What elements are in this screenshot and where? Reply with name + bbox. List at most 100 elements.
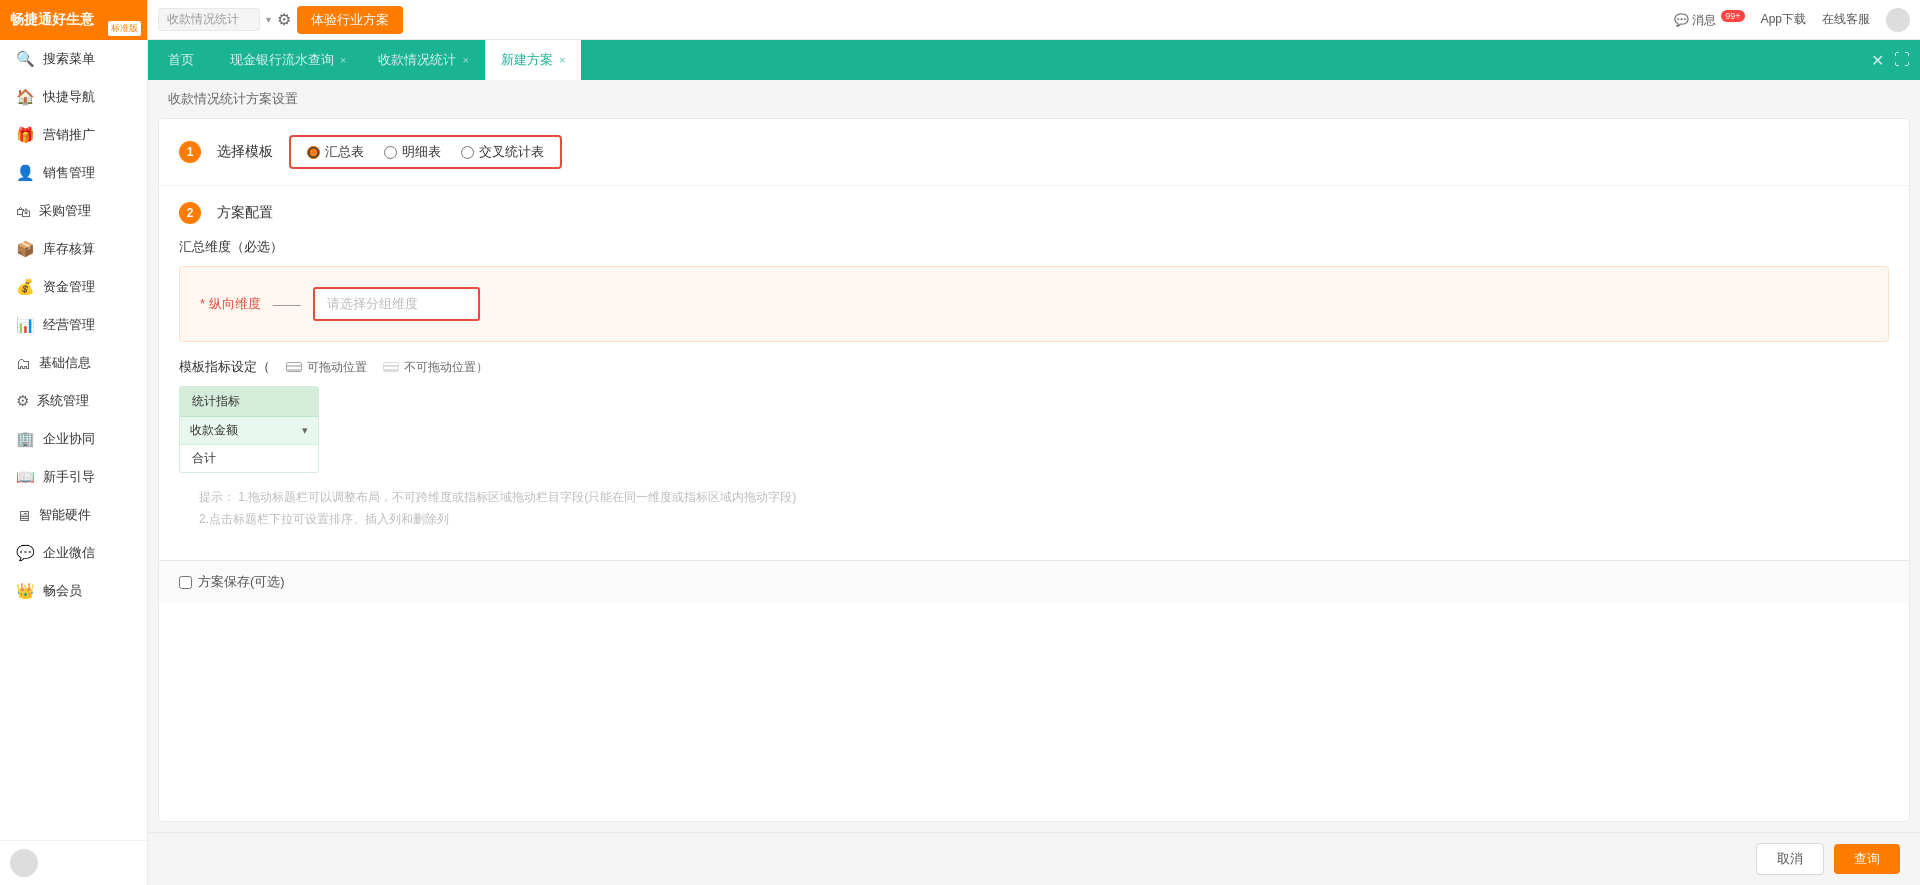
download-label[interactable]: App下载	[1761, 11, 1806, 28]
dimension-area: * 纵向维度 —— 请选择分组维度	[179, 266, 1889, 342]
dimension-title: 汇总维度（必选）	[179, 238, 1889, 256]
metrics-table-header: 统计指标	[180, 387, 318, 417]
sidebar-item-sales[interactable]: 👤销售管理	[0, 154, 147, 192]
sidebar-item-system[interactable]: ⚙系统管理	[0, 382, 147, 420]
step1-badge: 1	[179, 141, 201, 163]
tab-close-receipts[interactable]: ×	[462, 54, 468, 66]
step2-row: 2 方案配置	[179, 202, 1889, 224]
tab-label-new-plan: 新建方案	[501, 51, 553, 69]
not-drag-indicator	[383, 362, 399, 372]
save-option[interactable]: 方案保存(可选)	[179, 573, 285, 591]
tab-home[interactable]: 首页	[148, 40, 214, 80]
cancel-button[interactable]: 取消	[1756, 843, 1824, 875]
metrics-header: 模板指标设定（ 可拖动位置 不可拖动位置）	[179, 358, 1889, 376]
sidebar-item-ops[interactable]: 📊经营管理	[0, 306, 147, 344]
sidebar-item-purchase[interactable]: 🛍 采购管理	[0, 192, 147, 230]
purchase-icon: 🛍	[16, 203, 31, 220]
sidebar-label-marketing: 营销推广	[43, 126, 95, 144]
sidebar-item-wechat[interactable]: 💬企业微信	[0, 534, 147, 572]
draggable-legend: 可拖动位置	[286, 359, 367, 376]
metrics-col-name-0: 收款金额	[190, 422, 238, 439]
sidebar-item-marketing[interactable]: 🎁 营销推广	[0, 116, 147, 154]
metrics-section: 模板指标设定（ 可拖动位置 不可拖动位置） 统计指标 收	[179, 358, 1889, 473]
metrics-col-dropdown-0[interactable]: ▾	[302, 424, 308, 437]
sidebar-logo-badge: 标准版	[108, 21, 141, 36]
tab-close-cashflow[interactable]: ×	[340, 54, 346, 66]
page-content: 收款情况统计方案设置 1 选择模板 汇总表 明细表	[148, 80, 1920, 885]
radio-summary-label: 汇总表	[325, 143, 364, 161]
tab-new-plan[interactable]: 新建方案 ×	[485, 40, 581, 80]
radio-summary-input[interactable]	[307, 146, 320, 159]
sidebar-label-inventory: 库存核算	[43, 240, 95, 258]
radio-cross-input[interactable]	[461, 146, 474, 159]
content-box: 1 选择模板 汇总表 明细表 交叉统计表	[158, 118, 1910, 822]
radio-cross-label: 交叉统计表	[479, 143, 544, 161]
sidebar-item-funds[interactable]: 💰 资金管理	[0, 268, 147, 306]
sidebar-label-ops: 经营管理	[43, 316, 95, 334]
tab-label-receipts: 收款情况统计	[378, 51, 456, 69]
sidebar-label-purchase: 采购管理	[39, 202, 91, 220]
drag-indicator	[286, 362, 302, 372]
close-window-icon[interactable]: ✕	[1871, 51, 1884, 70]
dimension-select[interactable]: 请选择分组维度	[313, 287, 480, 321]
sidebar-item-inventory[interactable]: 📦库存核算	[0, 230, 147, 268]
sidebar-label-guide: 新手引导	[43, 468, 95, 486]
tab-cashflow[interactable]: 现金银行流水查询×	[214, 40, 362, 80]
metrics-col-0[interactable]: 收款金额 ▾	[180, 417, 318, 445]
dimension-row: * 纵向维度 —— 请选择分组维度	[200, 287, 1868, 321]
sidebar-label-search: 搜索菜单	[43, 50, 95, 68]
trial-button[interactable]: 体验行业方案	[297, 6, 403, 34]
sidebar-item-member[interactable]: 👑畅会员	[0, 572, 147, 610]
sidebar-item-corp[interactable]: 🏢企业协同	[0, 420, 147, 458]
sidebar-label-wechat: 企业微信	[43, 544, 95, 562]
user-avatar[interactable]	[1886, 8, 1910, 32]
sidebar-label-funds: 资金管理	[43, 278, 95, 296]
tab-close-new-plan[interactable]: ×	[559, 54, 565, 66]
step1-row: 1 选择模板 汇总表 明细表 交叉统计表	[179, 135, 1889, 169]
draggable-label: 可拖动位置	[307, 359, 367, 376]
message-badge: 99+	[1721, 10, 1744, 22]
radio-detail-input[interactable]	[384, 146, 397, 159]
template-options: 汇总表 明细表 交叉统计表	[289, 135, 562, 169]
step2-badge: 2	[179, 202, 201, 224]
service-label[interactable]: 在线客服	[1822, 11, 1870, 28]
step2-label: 方案配置	[217, 204, 273, 222]
radio-detail[interactable]: 明细表	[384, 143, 441, 161]
message-area[interactable]: 💬 消息 99+	[1674, 11, 1745, 29]
sidebar-logo-text: 畅捷通好生意	[10, 11, 94, 29]
sidebar-item-basic[interactable]: 🗂基础信息	[0, 344, 147, 382]
search-icon: 🔍	[16, 50, 35, 68]
sidebar-item-quick-nav[interactable]: 🏠快捷导航	[0, 78, 147, 116]
radio-cross[interactable]: 交叉统计表	[461, 143, 544, 161]
sidebar-bottom	[0, 840, 147, 885]
sidebar-logo: 畅捷通好生意 标准版	[0, 0, 147, 40]
metrics-table: 统计指标 收款金额 ▾ 合计	[179, 386, 319, 473]
sales-icon: 👤	[16, 164, 35, 182]
save-checkbox[interactable]	[179, 576, 192, 589]
sidebar-item-search[interactable]: 🔍 搜索菜单	[0, 40, 147, 78]
query-button[interactable]: 查询	[1834, 844, 1900, 874]
tip-2: 2.点击标题栏下拉可设置排序、插入列和删除列	[199, 509, 1869, 531]
main-area: 收款情况统计 ▾ ⚙ 体验行业方案 💬 消息 99+ App下载 在线客服 首页…	[148, 0, 1920, 885]
sidebar-item-hardware[interactable]: 🖥智能硬件	[0, 496, 147, 534]
breadcrumb: 收款情况统计	[158, 8, 260, 31]
corp-icon: 🏢	[16, 430, 35, 448]
quick-nav-icon: 🏠	[16, 88, 35, 106]
gear-icon[interactable]: ⚙	[277, 10, 291, 29]
sidebar-label-basic: 基础信息	[39, 354, 91, 372]
tips-section: 提示： 1.拖动标题栏可以调整布局，不可跨维度或指标区域拖动栏目字段(只能在同一…	[179, 473, 1889, 544]
tab-bar: 首页现金银行流水查询× 收款情况统计 × 新建方案 × ✕ ⛶	[148, 40, 1920, 80]
sidebar-item-guide[interactable]: 📖 新手引导	[0, 458, 147, 496]
step1-section: 1 选择模板 汇总表 明细表 交叉统计表	[159, 119, 1909, 186]
metrics-title: 模板指标设定（	[179, 358, 270, 376]
member-icon: 👑	[16, 582, 35, 600]
guide-icon: 📖	[16, 468, 35, 486]
sidebar-label-system: 系统管理	[37, 392, 89, 410]
funds-icon: 💰	[16, 278, 35, 296]
expand-icon[interactable]: ⛶	[1894, 51, 1910, 69]
hardware-icon: 🖥	[16, 507, 31, 524]
tab-receipts[interactable]: 收款情况统计 ×	[362, 40, 484, 80]
marketing-icon: 🎁	[16, 126, 35, 144]
radio-detail-label: 明细表	[402, 143, 441, 161]
radio-summary[interactable]: 汇总表	[307, 143, 364, 161]
